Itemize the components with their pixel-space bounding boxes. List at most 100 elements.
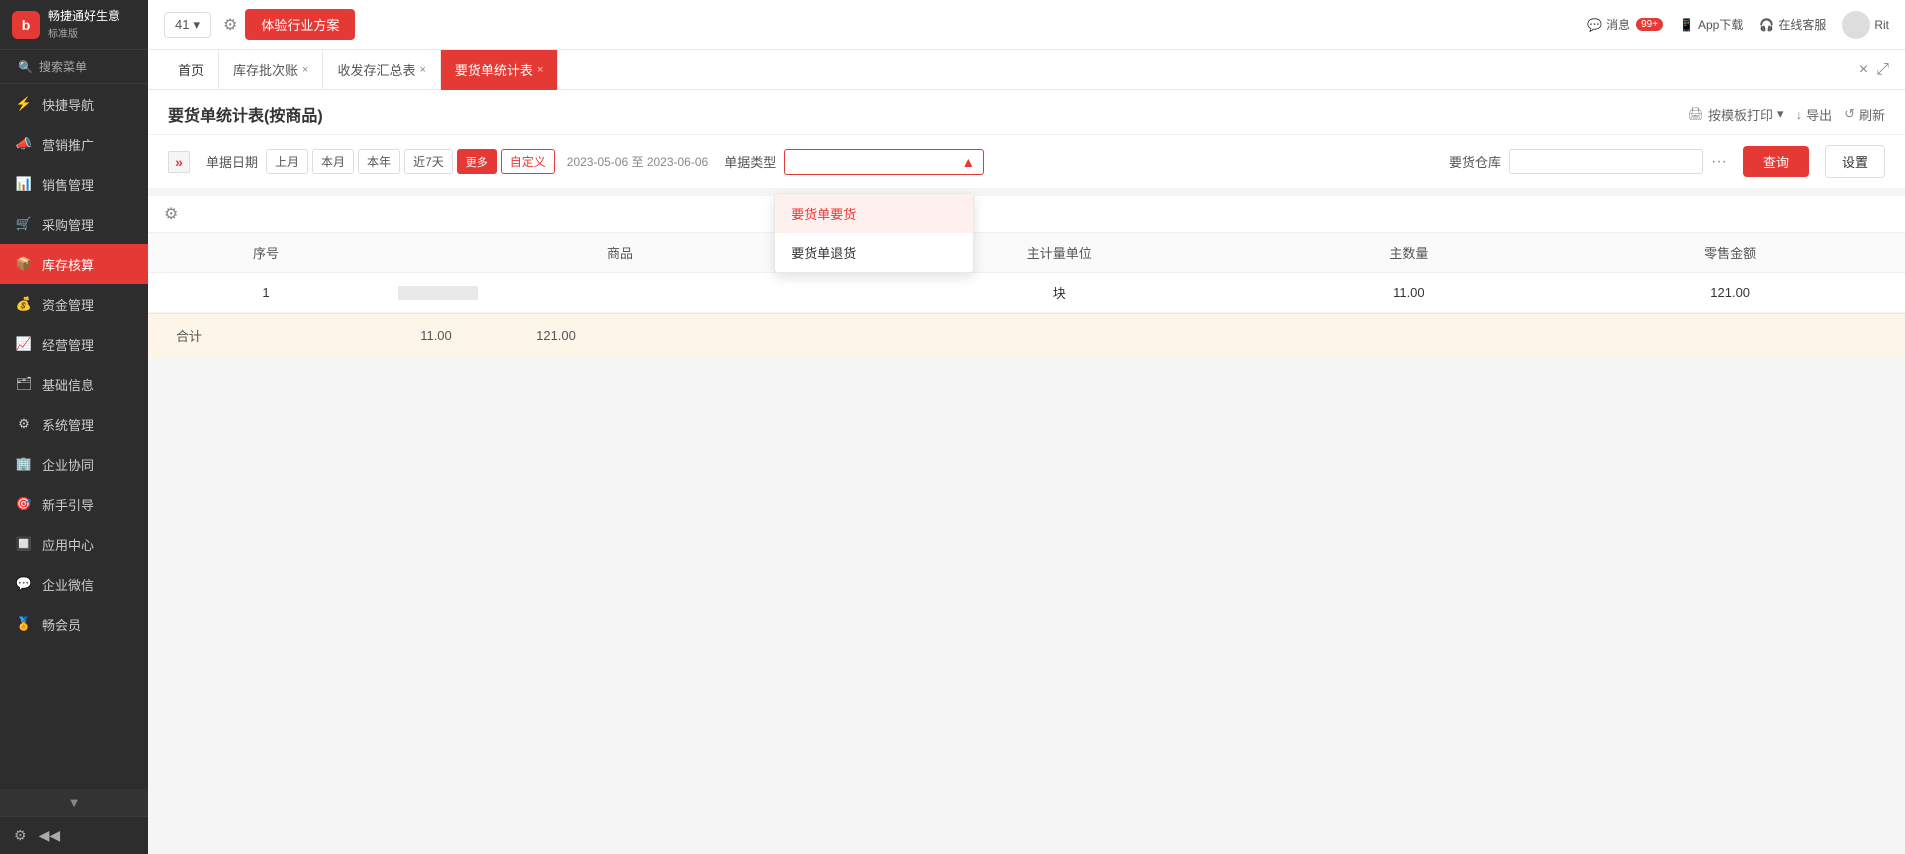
user-avatar[interactable]: Rit	[1842, 11, 1889, 39]
this-year-btn[interactable]: 本年	[358, 149, 400, 174]
type-filter-input[interactable]: ▲	[784, 149, 984, 175]
warehouse-input[interactable]	[1509, 149, 1703, 174]
warehouse-filter-group: 要货仓库 ···	[1449, 149, 1727, 174]
dropdown-item-order-request[interactable]: 要货单要货	[775, 194, 973, 233]
tab-receivable-close[interactable]: ×	[419, 64, 425, 76]
messages-icon: 💬	[1587, 18, 1602, 32]
app-name-block: 畅捷通好生意 标准版	[48, 9, 120, 40]
table-settings-icon[interactable]: ⚙	[164, 204, 178, 224]
export-btn[interactable]: ↓ 导出	[1796, 105, 1833, 124]
cell-product	[384, 273, 856, 313]
tab-order-stats-close[interactable]: ×	[537, 64, 543, 76]
sidebar-item-wechat[interactable]: 💬 企业微信	[0, 564, 148, 604]
tabs-bar: 首页 库存批次账 × 收发存汇总表 × 要货单统计表 × × ⤢	[148, 50, 1905, 90]
main-panel: 41 ▾ ⚙ 体验行业方案 💬 消息 99+ 📱 App下载 🎧 在线客服	[148, 0, 1905, 854]
operation-icon: 📈	[14, 334, 34, 354]
sidebar-item-marketing[interactable]: 📣 营销推广	[0, 124, 148, 164]
print-icon: 🖨	[1688, 106, 1705, 122]
table-toolbar: ⚙	[148, 196, 1905, 233]
last7days-btn[interactable]: 近7天	[404, 149, 453, 174]
wechat-icon: 💬	[14, 574, 34, 594]
tab-order-stats[interactable]: 要货单统计表 ×	[441, 50, 558, 90]
sidebar-item-purchase[interactable]: 🛒 采购管理	[0, 204, 148, 244]
sidebar-item-sales[interactable]: 📊 销售管理	[0, 164, 148, 204]
avatar-image	[1842, 11, 1870, 39]
settings-btn[interactable]: 设置	[1825, 145, 1885, 178]
col-qty: 主数量	[1262, 233, 1555, 273]
messages-badge: 99+	[1636, 18, 1663, 31]
sidebar-item-finance[interactable]: 💰 资金管理	[0, 284, 148, 324]
shortcut-icon: ⚡	[14, 94, 34, 114]
cell-amount: 121.00	[1555, 273, 1905, 313]
sidebar-item-member[interactable]: 🏅 畅会员	[0, 604, 148, 644]
appstore-icon: 🔲	[14, 534, 34, 554]
tab-home[interactable]: 首页	[164, 50, 219, 90]
type-filter-group: 单据类型 ▲ 要货单要货 要货单退货	[724, 149, 984, 175]
more-date-btn[interactable]: 更多	[457, 149, 497, 174]
topbar-right: 💬 消息 99+ 📱 App下载 🎧 在线客服 Rit	[1587, 11, 1889, 39]
dropdown-item-order-return[interactable]: 要货单退货	[775, 233, 973, 272]
type-filter-label: 单据类型	[724, 152, 776, 171]
search-icon: 🔍	[18, 60, 33, 74]
date-btns: 上月 本月 本年 近7天 更多 自定义	[266, 149, 555, 174]
sidebar-item-guide[interactable]: 🎯 新手引导	[0, 484, 148, 524]
cell-unit: 块	[856, 273, 1262, 313]
app-name: 畅捷通好生意	[48, 9, 120, 25]
topbar-gear-icon[interactable]: ⚙	[223, 15, 237, 35]
topbar: 41 ▾ ⚙ 体验行业方案 💬 消息 99+ 📱 App下载 🎧 在线客服	[148, 0, 1905, 50]
enterprise-icon: 🏢	[14, 454, 34, 474]
sidebar-item-appstore[interactable]: 🔲 应用中心	[0, 524, 148, 564]
sidebar: b 畅捷通好生意 标准版 🔍 搜索菜单 ⚡ 快捷导航 📣 营销推广 📊 销售管理…	[0, 0, 148, 854]
sidebar-item-operation[interactable]: 📈 经营管理	[0, 324, 148, 364]
marketing-icon: 📣	[14, 134, 34, 154]
online-service-btn[interactable]: 🎧 在线客服	[1759, 16, 1826, 33]
cell-seq: 1	[148, 273, 384, 313]
table-wrap: ⚙ 序号 商品 主计量单位 主数量 零售金额 1	[148, 196, 1905, 313]
tab-receivable[interactable]: 收发存汇总表 ×	[323, 50, 440, 90]
filter-bar: » 单据日期 上月 本月 本年 近7天 更多 自定义 2023-05-06 至 …	[148, 134, 1905, 188]
print-btn[interactable]: 🖨 按模板打印 ▾	[1688, 105, 1784, 124]
settings-footer-icon[interactable]: ⚙	[14, 827, 27, 844]
page-content: 要货单统计表(按商品) 🖨 按模板打印 ▾ ↓ 导出 ↺ 刷新 »	[148, 90, 1905, 854]
page-title: 要货单统计表(按商品)	[168, 102, 323, 126]
refresh-icon: ↺	[1844, 106, 1855, 122]
sidebar-item-enterprise[interactable]: 🏢 企业协同	[0, 444, 148, 484]
col-amount: 零售金额	[1555, 233, 1905, 273]
date-range-display: 2023-05-06 至 2023-06-06	[567, 153, 708, 170]
chevron-down-icon: ▾	[193, 17, 200, 33]
sidebar-item-system[interactable]: ⚙ 系统管理	[0, 404, 148, 444]
member-icon: 🏅	[14, 614, 34, 634]
messages-btn[interactable]: 💬 消息 99+	[1587, 16, 1663, 33]
tab-batch-close[interactable]: ×	[302, 64, 308, 76]
app-download-btn[interactable]: 📱 App下载	[1679, 16, 1743, 33]
filter-expand-btn[interactable]: »	[168, 151, 190, 173]
sidebar-item-inventory[interactable]: 📦 库存核算	[0, 244, 148, 284]
app-sub: 标准版	[48, 25, 120, 40]
tabs-close-all-icon[interactable]: ×	[1859, 61, 1868, 79]
page-actions: 🖨 按模板打印 ▾ ↓ 导出 ↺ 刷新	[1688, 105, 1886, 124]
trial-btn[interactable]: 体验行业方案	[245, 9, 355, 40]
table-footer: 合计 11.00 121.00	[148, 313, 1905, 357]
sidebar-search[interactable]: 🔍 搜索菜单	[0, 50, 148, 84]
filter-more-icon[interactable]: ···	[1711, 153, 1727, 171]
sidebar-item-basic[interactable]: 🗂 基础信息	[0, 364, 148, 404]
refresh-btn[interactable]: ↺ 刷新	[1844, 105, 1885, 124]
phone-icon: 📱	[1679, 18, 1694, 32]
sidebar-scroll-down[interactable]: ▼	[0, 789, 148, 816]
type-filter-arrow-icon: ▲	[961, 154, 975, 170]
sidebar-item-shortcut[interactable]: ⚡ 快捷导航	[0, 84, 148, 124]
topbar-left: 41 ▾ ⚙ 体验行业方案	[164, 9, 1575, 40]
sidebar-logo: b 畅捷通好生意 标准版	[0, 0, 148, 50]
tabs-expand-icon[interactable]: ⤢	[1876, 61, 1889, 79]
table-header-row: 序号 商品 主计量单位 主数量 零售金额	[148, 233, 1905, 273]
collapse-footer-icon[interactable]: ◀◀	[39, 827, 61, 844]
query-btn[interactable]: 查询	[1743, 146, 1809, 177]
tab-batch[interactable]: 库存批次账 ×	[219, 50, 323, 90]
company-selector[interactable]: 41 ▾	[164, 12, 211, 38]
cell-qty: 11.00	[1262, 273, 1555, 313]
date-filter-group: 单据日期 上月 本月 本年 近7天 更多 自定义 2023-05-06 至 20…	[206, 149, 708, 174]
custom-date-btn[interactable]: 自定义	[501, 149, 555, 174]
prev-month-btn[interactable]: 上月	[266, 149, 308, 174]
tabs-actions: × ⤢	[1859, 61, 1889, 79]
this-month-btn[interactable]: 本月	[312, 149, 354, 174]
